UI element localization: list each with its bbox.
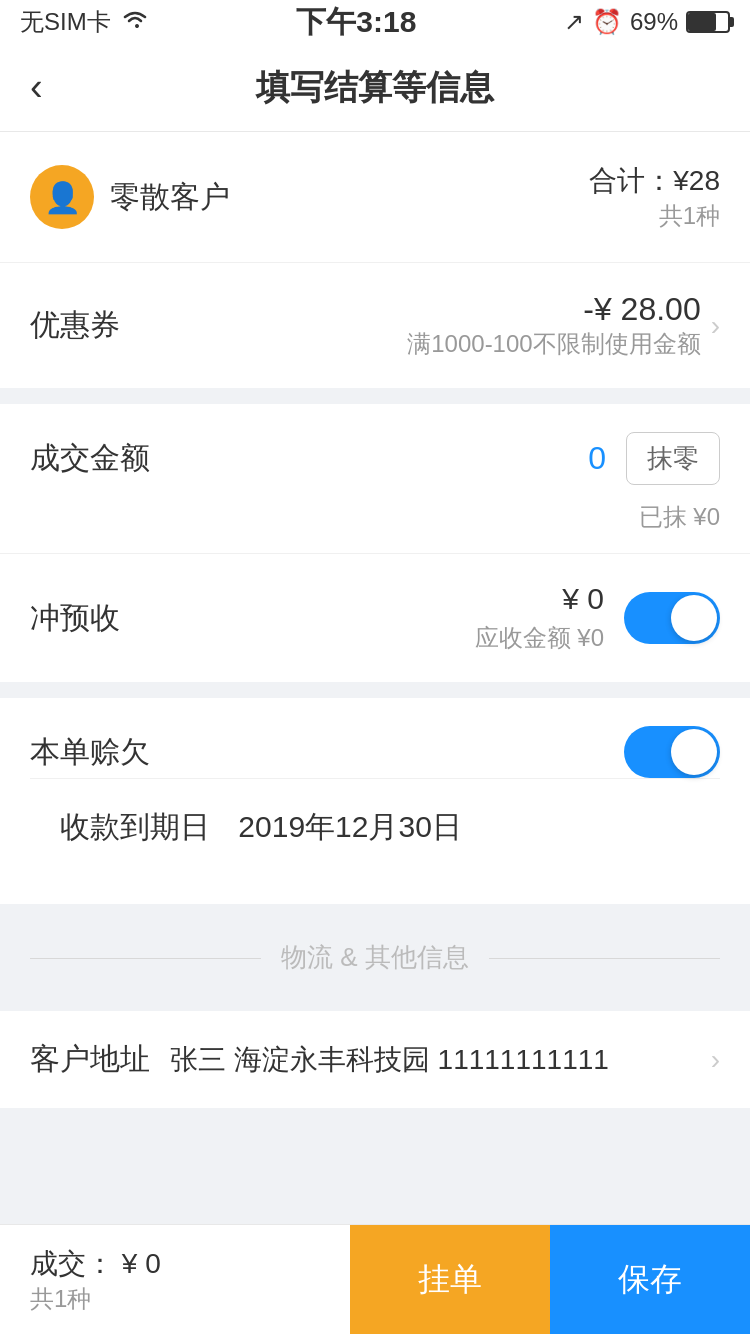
pre-receipt-value: ¥ 0 — [562, 582, 604, 616]
debt-section: 本单赊欠 收款到期日 2019年12月30日 — [0, 698, 750, 904]
status-time: 下午3:18 — [296, 2, 416, 43]
address-chevron-icon: › — [711, 1044, 720, 1076]
alarm-icon: ⏰ — [592, 8, 622, 36]
customer-right: 合计：¥28 共1种 — [589, 162, 720, 232]
bottom-bar: 成交： ¥ 0 共1种 挂单 保存 — [0, 1224, 750, 1334]
coupon-desc: 满1000-100不限制使用金额 — [407, 328, 700, 360]
status-right: ↗ ⏰ 69% — [564, 8, 730, 36]
bottom-count: 共1种 — [30, 1283, 320, 1315]
battery-percent: 69% — [630, 8, 678, 36]
battery-icon — [686, 11, 730, 33]
bottom-transaction-amount: ¥ 0 — [122, 1248, 161, 1279]
pre-receipt-toggle[interactable] — [624, 592, 720, 644]
transaction-value: 0 — [588, 440, 606, 477]
customer-name: 零散客户 — [110, 177, 230, 218]
debt-toggle[interactable] — [624, 726, 720, 778]
coupon-info: -¥ 28.00 满1000-100不限制使用金额 — [407, 291, 700, 360]
bottom-amount-row: 成交： ¥ 0 — [30, 1245, 320, 1283]
pre-receipt-right: ¥ 0 应收金额 ¥0 — [475, 582, 720, 654]
address-value: 张三 海淀永丰科技园 11111111111 — [170, 1041, 711, 1079]
logistics-divider: 物流 & 其他信息 — [0, 920, 750, 995]
coupon-right: -¥ 28.00 满1000-100不限制使用金额 › — [407, 291, 720, 360]
nav-bar: ‹ 填写结算等信息 — [0, 44, 750, 132]
customer-section: 👤 零散客户 合计：¥28 共1种 优惠券 -¥ 28.00 满1000-100… — [0, 132, 750, 388]
wifi-icon — [121, 8, 149, 36]
total-count: 共1种 — [589, 200, 720, 232]
due-date-label: 收款到期日 — [60, 810, 210, 843]
debt-toggle-knob — [671, 729, 717, 775]
avatar-icon: 👤 — [44, 180, 81, 215]
save-button[interactable]: 保存 — [550, 1225, 750, 1334]
address-section: 客户地址 张三 海淀永丰科技园 11111111111 › — [0, 1011, 750, 1108]
due-date-value: 2019年12月30日 — [238, 810, 461, 843]
coupon-label: 优惠券 — [30, 305, 120, 346]
bottom-transaction-label: 成交： — [30, 1248, 114, 1279]
transaction-row: 成交金额 0 抹零 — [0, 404, 750, 501]
customer-row: 👤 零散客户 合计：¥28 共1种 — [0, 132, 750, 262]
coupon-discount: -¥ 28.00 — [407, 291, 700, 328]
logistics-label: 物流 & 其他信息 — [261, 942, 489, 972]
nav-title: 填写结算等信息 — [256, 65, 494, 111]
transaction-right: 0 抹零 — [588, 432, 720, 485]
already-zeroed-text: 已抹 ¥0 — [0, 501, 750, 553]
location-icon: ↗ — [564, 8, 584, 36]
back-button[interactable]: ‹ — [30, 66, 43, 109]
customer-left: 👤 零散客户 — [30, 165, 230, 229]
pending-button[interactable]: 挂单 — [350, 1225, 550, 1334]
pre-receipt-label: 冲预收 — [30, 598, 120, 639]
status-bar: 无SIM卡 下午3:18 ↗ ⏰ 69% — [0, 0, 750, 44]
toggle-knob — [671, 595, 717, 641]
debt-row: 本单赊欠 — [30, 726, 720, 778]
total-amount: 合计：¥28 — [589, 162, 720, 200]
bottom-info: 成交： ¥ 0 共1种 — [0, 1225, 350, 1334]
pre-receipt-row: 冲预收 ¥ 0 应收金额 ¥0 — [0, 553, 750, 682]
status-left: 无SIM卡 — [20, 6, 149, 38]
transaction-section: 成交金额 0 抹零 已抹 ¥0 冲预收 ¥ 0 应收金额 ¥0 — [0, 404, 750, 682]
receivable-amount: 应收金额 ¥0 — [475, 622, 604, 654]
address-row[interactable]: 客户地址 张三 海淀永丰科技园 11111111111 › — [0, 1011, 750, 1108]
pre-receipt-info: ¥ 0 应收金额 ¥0 — [475, 582, 604, 654]
address-label: 客户地址 — [30, 1039, 150, 1080]
customer-avatar: 👤 — [30, 165, 94, 229]
debt-label: 本单赊欠 — [30, 732, 150, 773]
due-date-row: 收款到期日 2019年12月30日 — [30, 778, 720, 876]
round-zero-button[interactable]: 抹零 — [626, 432, 720, 485]
coupon-row[interactable]: 优惠券 -¥ 28.00 满1000-100不限制使用金额 › — [0, 262, 750, 388]
carrier-text: 无SIM卡 — [20, 6, 111, 38]
coupon-chevron-icon: › — [711, 310, 720, 342]
transaction-label: 成交金额 — [30, 438, 150, 479]
